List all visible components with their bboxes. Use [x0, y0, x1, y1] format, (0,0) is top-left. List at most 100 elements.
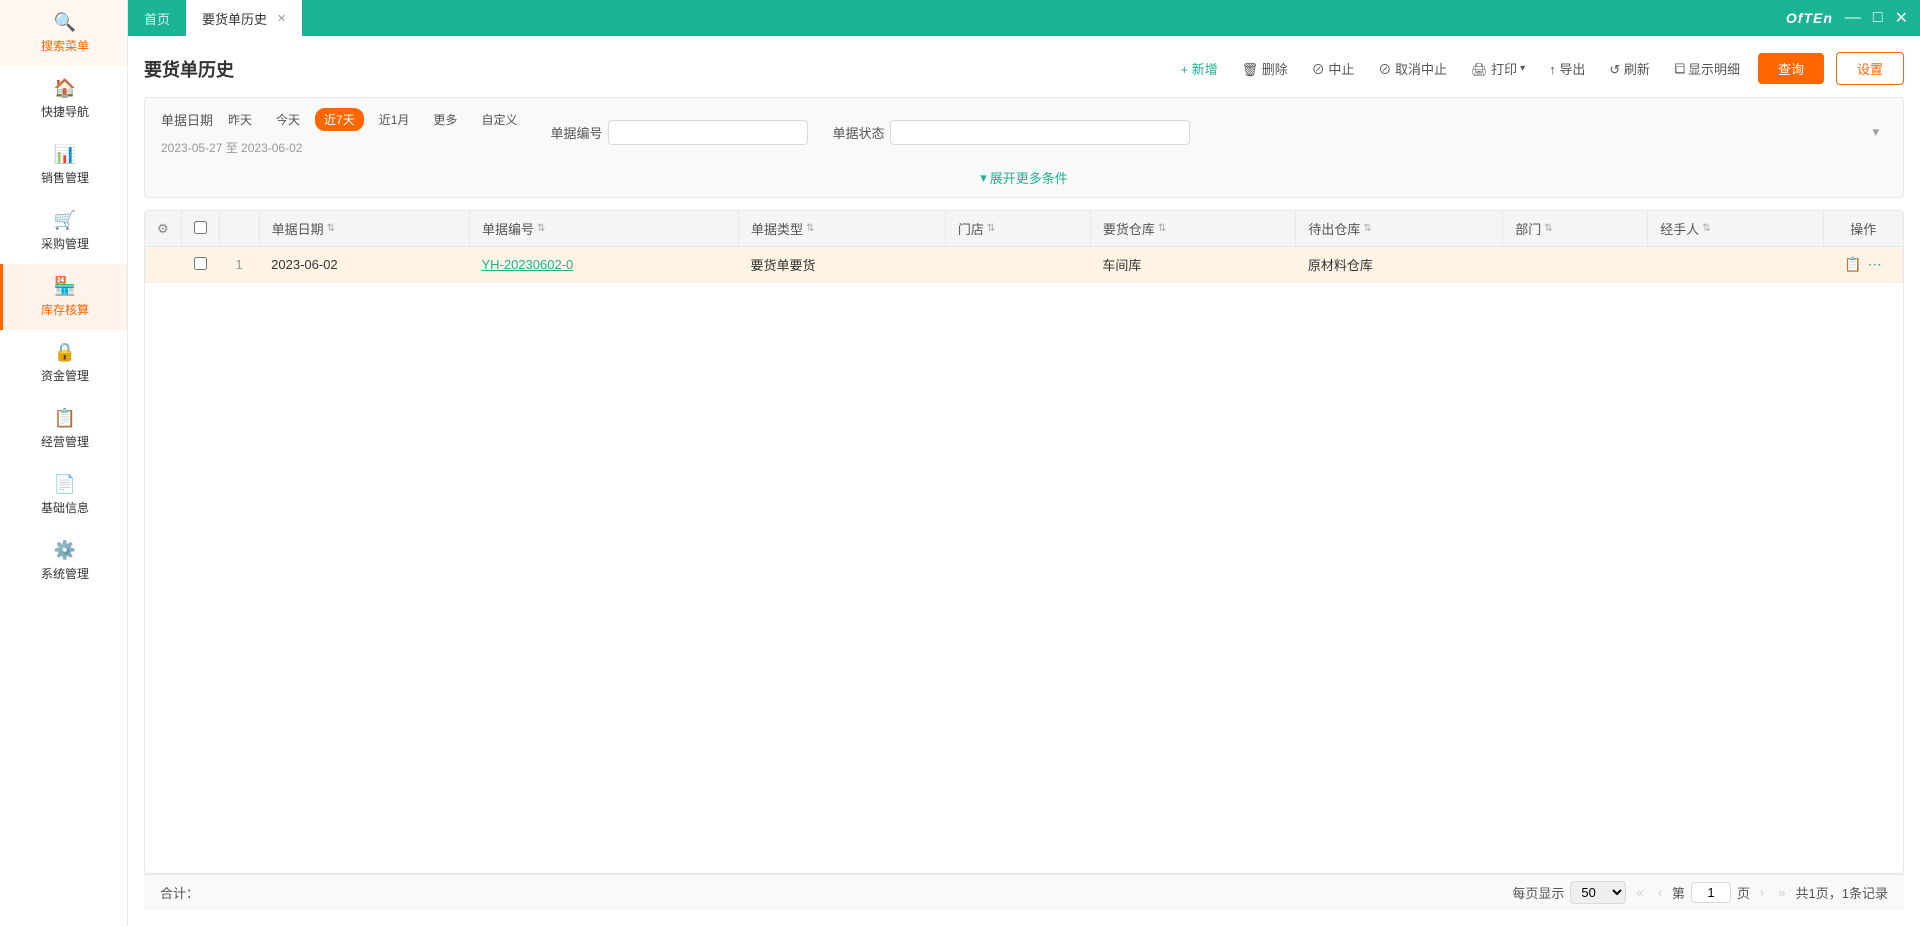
- sidebar-item-label: 经营管理: [41, 433, 89, 450]
- th-req-warehouse[interactable]: 要货仓库: [1090, 211, 1295, 247]
- date-btn-yesterday[interactable]: 昨天: [219, 108, 261, 131]
- tab-close-icon[interactable]: ✕: [277, 12, 286, 25]
- next-page-button[interactable]: ›: [1756, 883, 1768, 902]
- row-checkbox[interactable]: [194, 257, 207, 270]
- brand-label: OfTEn: [1786, 10, 1833, 26]
- td-store: [945, 247, 1090, 283]
- sidebar-item-operations-mgmt[interactable]: 📋 经营管理: [0, 396, 127, 462]
- doc-status-select[interactable]: [890, 120, 1190, 145]
- doc-number-input[interactable]: [608, 120, 808, 145]
- date-btn-more[interactable]: 更多: [424, 108, 466, 131]
- doc-status-filter: 单据状态: [832, 120, 1887, 145]
- sidebar-item-inventory[interactable]: 🏪 库存核算: [0, 264, 127, 330]
- sidebar-item-label: 搜索菜单: [41, 37, 89, 54]
- first-page-button[interactable]: «: [1632, 883, 1647, 902]
- th-department[interactable]: 部门: [1503, 211, 1648, 247]
- sidebar-item-basic-info[interactable]: 📄 基础信息: [0, 462, 127, 528]
- new-button[interactable]: + 新增: [1174, 55, 1223, 82]
- export-button[interactable]: ↑ 导出: [1543, 55, 1591, 82]
- doc-number-link[interactable]: YH-20230602-0: [481, 257, 573, 272]
- print-button[interactable]: 🖨 打印 ▾: [1465, 55, 1531, 82]
- date-btn-last7days[interactable]: 近7天: [315, 108, 364, 131]
- td-department: [1503, 247, 1648, 283]
- page-size-select[interactable]: 50 10 20 100: [1570, 881, 1626, 904]
- cancel-stop-button[interactable]: ⊘ 取消中止: [1372, 55, 1453, 82]
- tab-requisition-history-label: 要货单历史: [202, 9, 267, 28]
- date-btn-last1month[interactable]: 近1月: [370, 108, 419, 131]
- page-content: 要货单历史 + 新增 🗑 删除 ⊘ 中止 ⊘ 取消中止 🖨 打印 ▾: [128, 36, 1920, 926]
- sidebar-item-purchase-mgmt[interactable]: 🛒 采购管理: [0, 198, 127, 264]
- td-doc-number[interactable]: YH-20230602-0: [469, 247, 738, 283]
- inventory-icon: 🏪: [54, 276, 76, 297]
- date-btn-custom[interactable]: 自定义: [472, 108, 526, 131]
- sidebar-item-finance-mgmt[interactable]: 🔒 资金管理: [0, 330, 127, 396]
- doc-number-label: 单据编号: [550, 123, 602, 142]
- finance-icon: 🔒: [54, 342, 76, 363]
- td-checkbox[interactable]: [181, 247, 219, 283]
- table-checkbox-all-th[interactable]: [181, 211, 219, 247]
- op-icons: 📋 ⋯: [1835, 256, 1891, 273]
- settings-button[interactable]: 设置: [1836, 52, 1904, 85]
- sidebar-item-sales-mgmt[interactable]: 📊 销售管理: [0, 132, 127, 198]
- export-button-label: ↑ 导出: [1549, 59, 1585, 78]
- tab-requisition-history[interactable]: 要货单历史 ✕: [186, 0, 302, 36]
- basic-info-icon: 📄: [54, 474, 76, 495]
- more-icon[interactable]: ⋯: [1868, 256, 1882, 273]
- sidebar-item-sys-mgmt[interactable]: ⚙️ 系统管理: [0, 528, 127, 594]
- total-label: 合计：: [160, 883, 199, 902]
- td-doc-date: 2023-06-02: [259, 247, 469, 283]
- sidebar-item-label: 快捷导航: [41, 103, 89, 120]
- maximize-button[interactable]: □: [1873, 9, 1883, 27]
- th-pending-warehouse-label: 待出仓库: [1308, 219, 1490, 238]
- tab-home-label: 首页: [144, 9, 170, 28]
- sidebar-item-label: 基础信息: [41, 499, 89, 516]
- th-doc-type[interactable]: 单据类型: [739, 211, 946, 247]
- main-area: 首页 要货单历史 ✕ OfTEn — □ ✕ 要货单历史 + 新增 🗑 删除: [128, 0, 1920, 926]
- page-header: 要货单历史 + 新增 🗑 删除 ⊘ 中止 ⊘ 取消中止 🖨 打印 ▾: [144, 52, 1904, 85]
- td-num: 1: [219, 247, 259, 283]
- sidebar-item-search-menu[interactable]: 🔍 搜索菜单: [0, 0, 127, 66]
- td-req-warehouse: 车间库: [1090, 247, 1295, 283]
- th-pending-warehouse[interactable]: 待出仓库: [1296, 211, 1503, 247]
- th-store[interactable]: 门店: [945, 211, 1090, 247]
- th-handler[interactable]: 经手人: [1648, 211, 1823, 247]
- refresh-button[interactable]: ↺ 刷新: [1603, 55, 1656, 82]
- prev-page-button[interactable]: ‹: [1654, 883, 1666, 902]
- minimize-button[interactable]: —: [1845, 9, 1861, 27]
- view-icon[interactable]: 📋: [1844, 256, 1861, 273]
- stop-button[interactable]: ⊘ 中止: [1306, 55, 1361, 82]
- doc-number-filter: 单据编号: [550, 120, 808, 145]
- query-button[interactable]: 查询: [1758, 53, 1824, 84]
- expand-chevron-icon: ▾: [980, 170, 987, 186]
- page-label: 第: [1672, 883, 1685, 902]
- th-doc-number[interactable]: 单据编号: [469, 211, 738, 247]
- sidebar-item-label: 系统管理: [41, 565, 89, 582]
- td-operation: 📋 ⋯: [1823, 247, 1903, 283]
- print-chevron-icon: ▾: [1520, 63, 1525, 74]
- date-filter: 单据日期 昨天 今天 近7天 近1月 更多 自定义 2023-05-27 至 2…: [161, 108, 526, 156]
- th-handler-label: 经手人: [1660, 219, 1810, 238]
- sidebar-item-label: 资金管理: [41, 367, 89, 384]
- th-num: [219, 211, 259, 247]
- new-button-label: + 新增: [1180, 59, 1217, 78]
- table-header-row: ⚙ 单据日期 单据编号 单据类型: [145, 211, 1903, 247]
- last-page-button[interactable]: »: [1774, 883, 1789, 902]
- sidebar-item-quick-nav[interactable]: 🏠 快捷导航: [0, 66, 127, 132]
- show-detail-button-label: □ 显示明细: [1677, 59, 1740, 78]
- expand-label: 展开更多条件: [990, 168, 1068, 187]
- expand-more-button[interactable]: ▾ 展开更多条件: [980, 168, 1068, 187]
- filter-area: 单据日期 昨天 今天 近7天 近1月 更多 自定义 2023-05-27 至 2…: [144, 97, 1904, 198]
- doc-status-select-wrapper: [890, 120, 1887, 145]
- delete-button[interactable]: 🗑 删除: [1236, 55, 1294, 82]
- th-doc-number-label: 单据编号: [482, 219, 726, 238]
- table-settings-icon[interactable]: ⚙: [145, 211, 181, 247]
- date-btn-today[interactable]: 今天: [267, 108, 309, 131]
- date-range-text: 2023-05-27 至 2023-06-02: [161, 139, 302, 156]
- close-button[interactable]: ✕: [1895, 8, 1908, 28]
- th-doc-date[interactable]: 单据日期: [259, 211, 469, 247]
- show-detail-button[interactable]: ☐ □ 显示明细: [1668, 55, 1746, 82]
- sys-mgmt-icon: ⚙️: [54, 540, 76, 561]
- page-num-input[interactable]: [1691, 882, 1731, 903]
- select-all-checkbox[interactable]: [194, 221, 207, 234]
- tab-home[interactable]: 首页: [128, 0, 186, 36]
